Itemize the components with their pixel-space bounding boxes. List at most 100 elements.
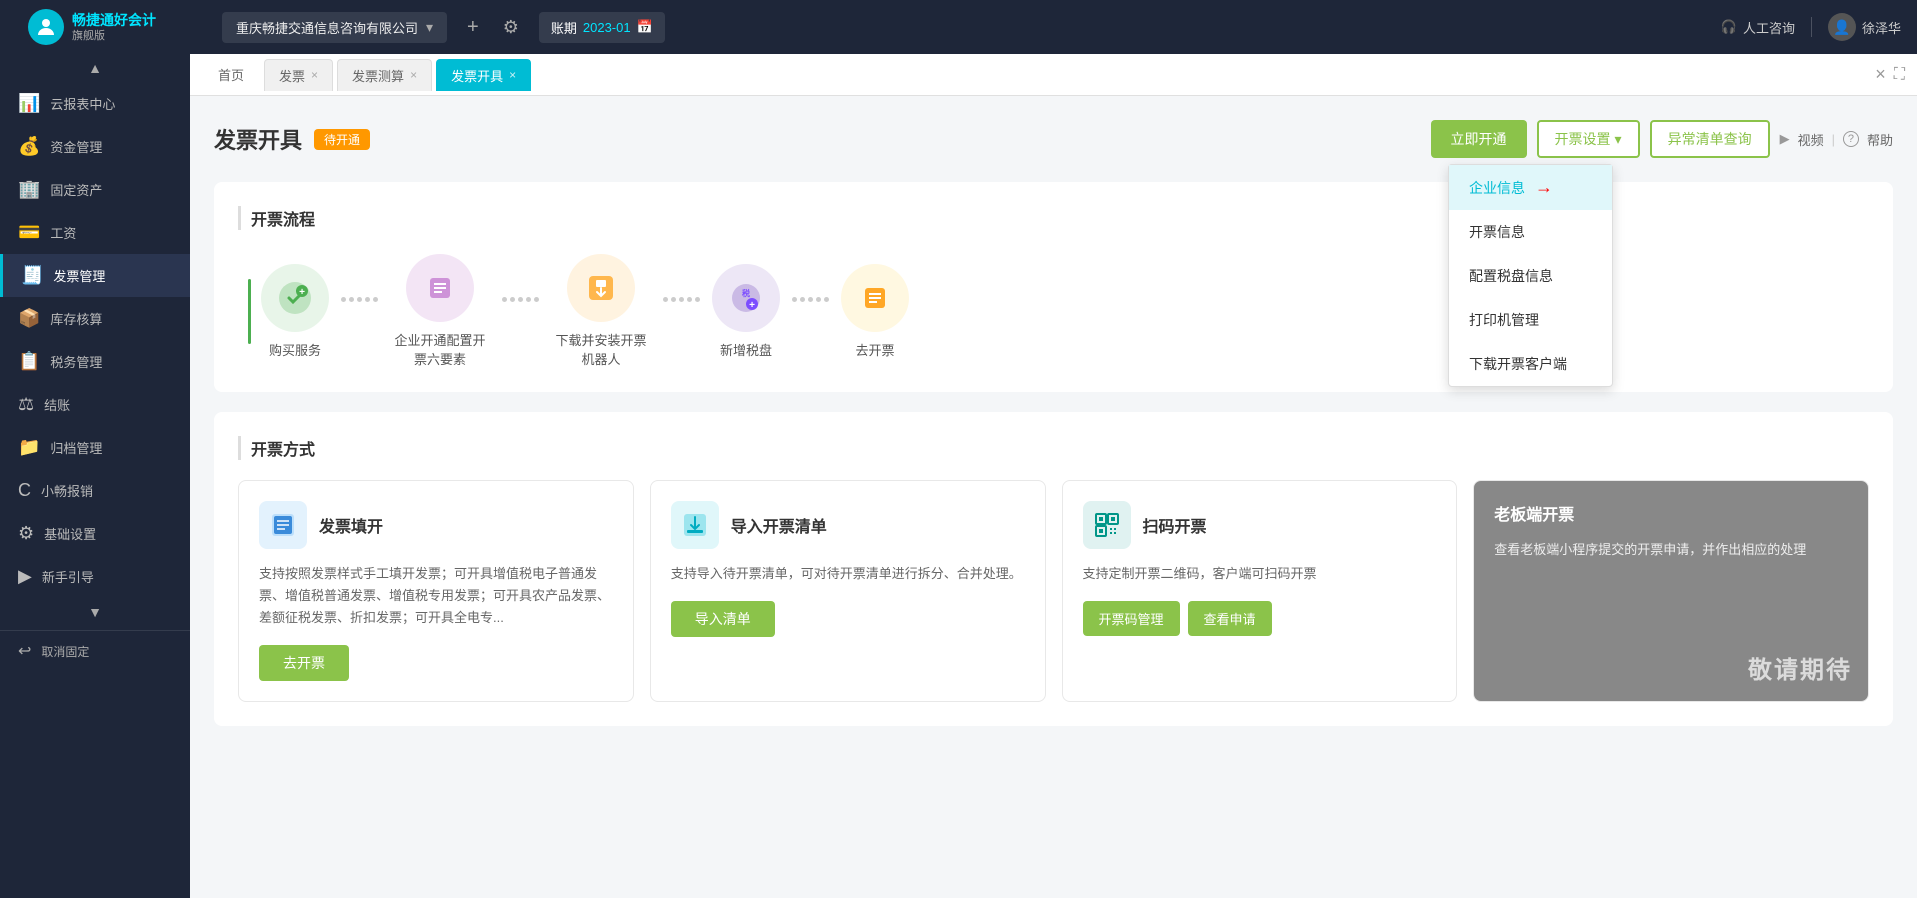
guide-icon: ▶ [18,566,32,587]
flow-step-download: 下载并安装开票机器人 [551,254,651,368]
sidebar-item-salary[interactable]: 💳 工资 [0,211,190,254]
tax-icon: 📋 [18,351,40,372]
boss-method-title: 老板端开票 [1494,501,1574,525]
play-icon: ▶ [1780,131,1790,147]
flow-section: 开票流程 + [214,182,1893,392]
user-menu[interactable]: 👤 徐泽华 [1828,13,1901,41]
scan-method-title: 扫码开票 [1143,513,1207,537]
dropdown-item-company-info[interactable]: 企业信息 → [1449,165,1612,210]
sidebar-item-asset[interactable]: 🏢 固定资产 [0,168,190,211]
sidebar-item-settle[interactable]: ⚖ 结账 [0,383,190,426]
sidebar-item-cancel[interactable]: ↩ 取消固定 [0,630,190,671]
flow-left-bar [248,279,251,344]
flow-step-go-invoice: 去开票 [841,264,909,359]
exception-button[interactable]: 异常清单查询 [1650,120,1770,158]
dropdown-item-download-client[interactable]: 下载开票客户端 [1449,342,1612,386]
help-label[interactable]: 帮助 [1867,130,1893,149]
period-selector[interactable]: 账期 2023-01 📅 [539,12,665,43]
xiao-report-icon: C [18,480,31,501]
flow-step-buy: + 购买服务 [261,264,329,359]
tab-invoice-list[interactable]: 发票 × [264,59,333,91]
fill-method-title: 发票填开 [319,513,383,537]
scan-code-manage-button[interactable]: 开票码管理 [1083,601,1180,636]
boss-method-desc: 查看老板端小程序提交的开票申请，并作出相应的处理 [1494,539,1848,561]
fill-method-icon [259,501,307,549]
method-card-boss: 老板端开票 查看老板端小程序提交的开票申请，并作出相应的处理 敬请期待 [1473,480,1869,702]
tab-home[interactable]: 首页 [202,59,260,90]
tab-invoice-calc[interactable]: 发票测算 × [337,59,432,91]
fill-method-desc: 支持按照发票样式手工填开发票；可开具增值税电子普通发票、增值税普通发票、增值税专… [259,563,613,629]
method-card-scan: 扫码开票 支持定制开票二维码，客户端可扫码开票 开票码管理 查看申请 [1062,480,1458,702]
sidebar-item-basic-settings[interactable]: ⚙ 基础设置 [0,512,190,555]
fill-method-button[interactable]: 去开票 [259,645,349,681]
video-label[interactable]: 视频 [1798,130,1824,149]
sidebar-item-archive[interactable]: 📁 归档管理 [0,426,190,469]
logo-text: 畅捷通好会计 旗舰版 [72,11,156,43]
archive-icon: 📁 [18,437,40,458]
invoice-icon: 🧾 [21,265,43,286]
page-title: 发票开具 [214,123,302,155]
sidebar-item-cloud-report[interactable]: 📊 云报表中心 [0,82,190,125]
avatar: 👤 [1828,13,1856,41]
add-tab-button[interactable]: + [463,16,483,39]
flow-step-tax-disk: 税 + 新增税盘 [712,264,780,359]
flow-section-title: 开票流程 [238,206,1869,230]
help-icon: ? [1843,131,1859,147]
cloud-report-icon: 📊 [18,93,40,114]
import-method-desc: 支持导入待开票清单，可对待开票清单进行拆分、合并处理。 [671,563,1025,585]
methods-section: 开票方式 [214,412,1893,726]
import-method-title: 导入开票清单 [731,513,827,537]
close-page-button[interactable]: × [1875,64,1886,85]
sidebar-scroll-down[interactable]: ▼ [0,598,190,626]
fund-icon: 💰 [18,136,40,157]
expand-page-button[interactable]: ⛶ [1894,66,1905,84]
asset-icon: 🏢 [18,179,40,200]
scan-method-desc: 支持定制开票二维码，客户端可扫码开票 [1083,563,1437,585]
close-tab-calc-icon[interactable]: × [410,68,417,82]
sidebar-item-tax[interactable]: 📋 税务管理 [0,340,190,383]
svg-text:+: + [749,300,755,311]
scan-method-icon [1083,501,1131,549]
settings-button[interactable]: 开票设置 ▾ [1537,120,1640,158]
company-name: 重庆畅捷交通信息咨询有限公司 [236,18,418,37]
dropdown-arrow-icon: → [1535,177,1553,198]
svg-text:+: + [299,287,305,298]
flow-step-config: 企业开通配置开票六要素 [390,254,490,368]
sidebar-item-invoice[interactable]: 🧾 发票管理 [0,254,190,297]
sidebar-item-inventory[interactable]: 📦 库存核算 [0,297,190,340]
status-badge: 待开通 [314,129,370,150]
sidebar-item-fund[interactable]: 💰 资金管理 [0,125,190,168]
headphone-icon: 🎧 [1721,19,1737,35]
logo-icon [28,9,64,45]
import-method-button[interactable]: 导入清单 [671,601,775,637]
settings-icon[interactable]: ⚙ [499,17,523,38]
methods-section-title: 开票方式 [238,436,1869,460]
import-method-icon [671,501,719,549]
dropdown-item-tax-disk-config[interactable]: 配置税盘信息 [1449,254,1612,298]
dropdown-item-printer[interactable]: 打印机管理 [1449,298,1612,342]
boss-overlay: 敬请期待 [1748,650,1852,685]
close-tab-invoice-icon[interactable]: × [311,68,318,82]
sidebar-scroll-up[interactable]: ▲ [0,54,190,82]
view-apply-button[interactable]: 查看申请 [1188,601,1272,636]
company-selector[interactable]: 重庆畅捷交通信息咨询有限公司 ▾ [222,12,447,43]
sidebar-item-xiao-report[interactable]: C 小畅报销 [0,469,190,512]
support-button[interactable]: 🎧 人工咨询 [1721,18,1795,37]
method-card-fill: 发票填开 支持按照发票样式手工填开发票；可开具增值税电子普通发票、增值税普通发票… [238,480,634,702]
dropdown-item-invoice-info[interactable]: 开票信息 [1449,210,1612,254]
svg-text:税: 税 [742,288,750,298]
chevron-down-icon: ▾ [426,19,433,36]
period-label: 账期 [551,18,577,37]
inventory-icon: 📦 [18,308,40,329]
tab-invoice-issue[interactable]: 发票开具 × [436,59,531,91]
settings-dropdown: 企业信息 → 开票信息 配置税盘信息 打印机管理 [1448,164,1613,387]
basic-settings-icon: ⚙ [18,523,34,544]
settings-chevron-icon: ▾ [1615,131,1622,148]
activate-button[interactable]: 立即开通 [1431,120,1527,158]
sidebar-item-guide[interactable]: ▶ 新手引导 [0,555,190,598]
salary-icon: 💳 [18,222,40,243]
close-tab-issue-icon[interactable]: × [509,68,516,82]
calendar-icon: 📅 [637,19,653,35]
method-card-import: 导入开票清单 支持导入待开票清单，可对待开票清单进行拆分、合并处理。 导入清单 [650,480,1046,702]
settle-icon: ⚖ [18,394,34,415]
